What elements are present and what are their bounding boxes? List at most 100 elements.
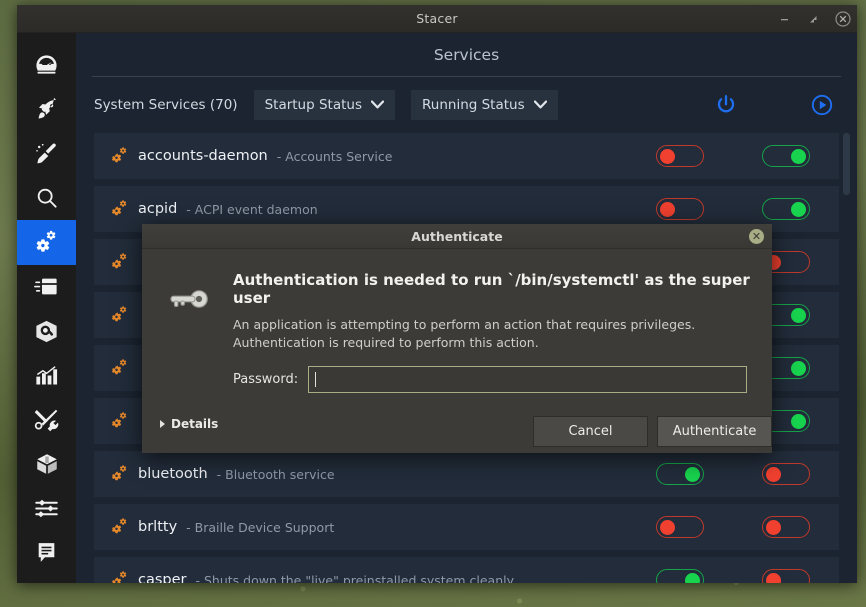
authenticate-button[interactable]: Authenticate bbox=[657, 416, 772, 447]
toggle-knob bbox=[660, 202, 675, 217]
gears-icon bbox=[108, 251, 138, 273]
startup-toggle-cell bbox=[627, 569, 733, 583]
table-row[interactable]: brltty - Braille Device Support bbox=[94, 504, 839, 550]
startup-toggle[interactable] bbox=[656, 145, 704, 167]
running-toggle[interactable] bbox=[762, 145, 810, 167]
dialog-buttons: Cancel Authenticate bbox=[533, 416, 772, 447]
service-name: acpid bbox=[138, 201, 178, 217]
document-icon bbox=[34, 540, 59, 565]
details-label: Details bbox=[171, 417, 219, 432]
maximize-icon[interactable] bbox=[805, 11, 822, 28]
service-description: - Shuts down the "live" preinstalled sys… bbox=[195, 572, 515, 584]
running-toggle[interactable] bbox=[762, 516, 810, 538]
window-controls bbox=[776, 5, 851, 33]
magnifier-icon bbox=[34, 185, 60, 211]
sidebar-item-resources[interactable] bbox=[17, 353, 76, 397]
sidebar-item-processes[interactable] bbox=[17, 265, 76, 309]
startup-toggle[interactable] bbox=[656, 463, 704, 485]
gears-icon bbox=[108, 304, 138, 326]
startup-toggle[interactable] bbox=[656, 198, 704, 220]
chevron-down-icon bbox=[533, 99, 547, 112]
sidebar-item-system-cleaner[interactable] bbox=[17, 132, 76, 176]
play-circle-icon[interactable] bbox=[809, 92, 835, 118]
gears-icon bbox=[108, 145, 138, 167]
gears-icon bbox=[32, 228, 61, 257]
table-row[interactable]: bluetooth - Bluetooth service bbox=[94, 451, 839, 497]
service-description: - ACPI event daemon bbox=[186, 201, 318, 217]
startup-status-dropdown[interactable]: Startup Status bbox=[253, 90, 395, 120]
running-toggle-cell bbox=[733, 198, 839, 220]
table-row[interactable]: accounts-daemon - Accounts Service bbox=[94, 133, 839, 179]
text-caret bbox=[315, 372, 316, 388]
stacer-window: Stacer Services System Services (70) Sta… bbox=[17, 5, 857, 583]
sliders-icon bbox=[33, 495, 60, 522]
sidebar-item-search[interactable] bbox=[17, 176, 76, 220]
password-label: Password: bbox=[233, 372, 299, 388]
sidebar-item-settings[interactable] bbox=[17, 486, 76, 530]
sidebar-item-services[interactable] bbox=[17, 220, 76, 265]
toggle-knob bbox=[766, 467, 781, 482]
services-toolbar: System Services (70) Startup Status Runn… bbox=[76, 77, 857, 133]
gears-icon bbox=[108, 463, 138, 485]
sidebar-item-uninstaller[interactable] bbox=[17, 309, 76, 353]
box-drop-icon bbox=[33, 318, 60, 345]
sidebar-item-tools[interactable] bbox=[17, 398, 76, 442]
minimize-icon[interactable] bbox=[776, 11, 793, 28]
startup-toggle-cell bbox=[627, 145, 733, 167]
close-icon[interactable] bbox=[834, 11, 851, 28]
service-description: - Bluetooth service bbox=[216, 466, 335, 482]
rocket-icon bbox=[33, 96, 60, 123]
toggle-knob bbox=[791, 149, 806, 164]
running-toggle[interactable] bbox=[762, 463, 810, 485]
password-input[interactable] bbox=[308, 366, 747, 394]
toggle-knob bbox=[791, 414, 806, 429]
sidebar-item-startup-apps[interactable] bbox=[17, 87, 76, 131]
toggle-knob bbox=[685, 467, 700, 482]
toggle-knob bbox=[660, 149, 675, 164]
running-toggle-cell bbox=[733, 145, 839, 167]
toggle-knob bbox=[791, 202, 806, 217]
sidebar-item-packages[interactable] bbox=[17, 442, 76, 486]
window-title: Stacer bbox=[416, 11, 458, 26]
chevron-right-icon bbox=[160, 420, 165, 429]
toggle-knob bbox=[766, 573, 781, 583]
startup-toggle-cell bbox=[627, 463, 733, 485]
toggle-knob bbox=[766, 520, 781, 535]
page-title: Services bbox=[433, 46, 500, 64]
sidebar-item-dashboard[interactable] bbox=[17, 43, 76, 87]
power-icon[interactable] bbox=[713, 92, 739, 118]
startup-status-label: Startup Status bbox=[264, 97, 362, 113]
authenticate-dialog: Authenticate ✕ Authentication is needed … bbox=[142, 224, 772, 453]
table-row[interactable]: casper - Shuts down the "live" preinstall… bbox=[94, 557, 839, 583]
password-row: Password: bbox=[233, 366, 754, 394]
running-toggle[interactable] bbox=[762, 569, 810, 583]
toggle-knob bbox=[660, 520, 675, 535]
service-description: - Accounts Service bbox=[276, 148, 393, 164]
running-toggle-cell bbox=[733, 569, 839, 583]
sidebar-item-help[interactable] bbox=[17, 531, 76, 575]
startup-toggle[interactable] bbox=[656, 516, 704, 538]
service-name: brltty bbox=[138, 519, 178, 535]
services-scrollbar[interactable] bbox=[843, 133, 850, 583]
dialog-content: Authentication is needed to run `/bin/sy… bbox=[142, 249, 772, 453]
toggle-knob bbox=[791, 308, 806, 323]
running-toggle[interactable] bbox=[762, 198, 810, 220]
running-toggle-cell bbox=[733, 463, 839, 485]
gears-icon bbox=[108, 516, 138, 538]
service-name: casper bbox=[138, 572, 187, 583]
gears-icon bbox=[108, 357, 138, 379]
startup-toggle[interactable] bbox=[656, 569, 704, 583]
startup-toggle-cell bbox=[627, 198, 733, 220]
key-icon bbox=[166, 285, 212, 321]
scrollbar-thumb[interactable] bbox=[843, 133, 850, 195]
broom-icon bbox=[33, 140, 60, 167]
service-count-label: System Services (70) bbox=[94, 97, 238, 113]
dialog-message: An application is attempting to perform … bbox=[233, 317, 696, 351]
running-toggle-cell bbox=[733, 516, 839, 538]
cancel-button[interactable]: Cancel bbox=[533, 416, 648, 447]
running-status-label: Running Status bbox=[422, 97, 525, 113]
window-titlebar: Stacer bbox=[17, 5, 857, 33]
close-icon[interactable]: ✕ bbox=[749, 229, 764, 244]
speedometer-icon bbox=[33, 52, 60, 79]
running-status-dropdown[interactable]: Running Status bbox=[411, 90, 558, 120]
